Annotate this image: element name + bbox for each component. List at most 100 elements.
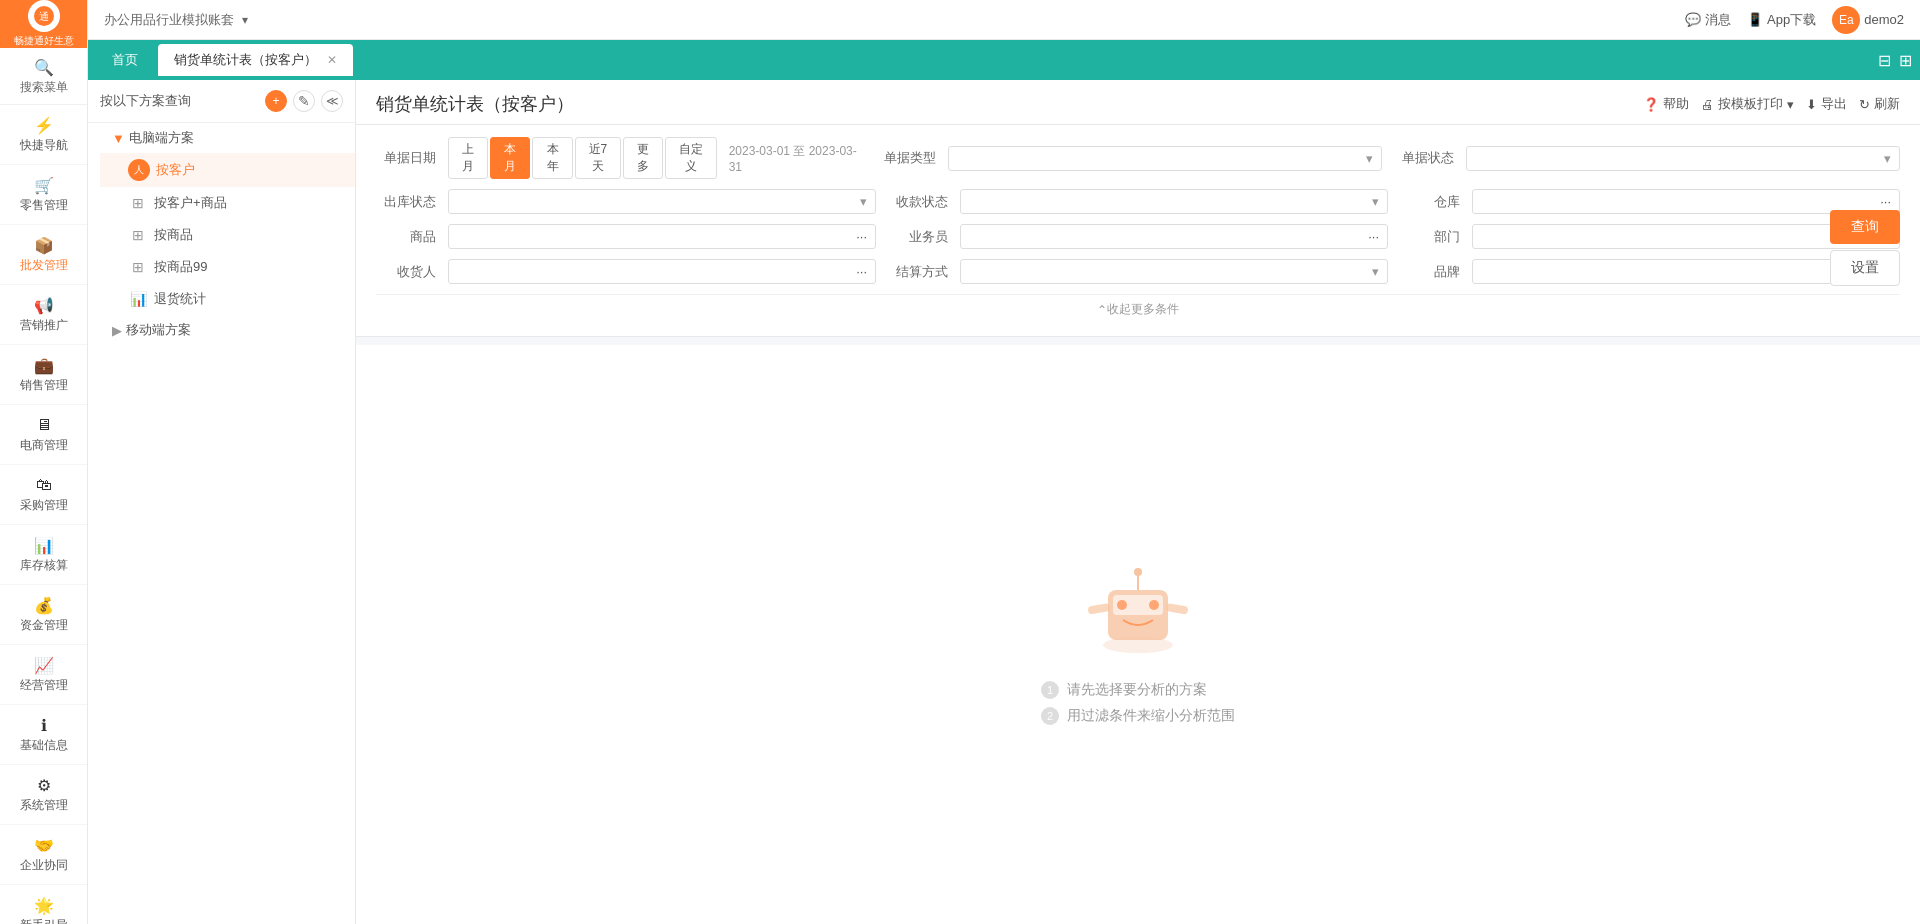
sidebar-item-basic-info[interactable]: ℹ 基础信息 bbox=[0, 705, 87, 765]
empty-tip-2: 2 用过滤条件来缩小分析范围 bbox=[1041, 707, 1235, 725]
sidebar-item-operations[interactable]: 📈 经营管理 bbox=[0, 645, 87, 705]
tree-item-return-stats[interactable]: 📊 退货统计 bbox=[100, 283, 355, 315]
sidebar-item-label: 批发管理 bbox=[20, 257, 68, 274]
sidebar-item-marketing[interactable]: 📢 营销推广 bbox=[0, 285, 87, 345]
sidebar-item-inventory[interactable]: 📊 库存核算 bbox=[0, 525, 87, 585]
filter-area: 单据日期 上月 本月 本年 近7天 更多 自定义 2023-03-01 至 20… bbox=[356, 125, 1920, 337]
date-btn-7days[interactable]: 近7天 bbox=[575, 137, 621, 179]
tab-sales-stats[interactable]: 销货单统计表（按客户） ✕ bbox=[158, 44, 353, 76]
filter-row-4: 收货人 ··· 结算方式 ▾ 品牌 ··· bbox=[376, 259, 1900, 284]
sidebar: 通 畅捷通好生意 🔍 搜索菜单 ⚡ 快捷导航 🛒 零售管理 📦 批发管理 📢 营… bbox=[0, 0, 88, 924]
enterprise-icon: 🤝 bbox=[34, 835, 54, 855]
user-profile[interactable]: Ea demo2 bbox=[1832, 6, 1904, 34]
date-btn-custom[interactable]: 自定义 bbox=[665, 137, 716, 179]
sidebar-search[interactable]: 🔍 搜索菜单 bbox=[0, 48, 87, 105]
empty-illustration bbox=[1078, 545, 1198, 665]
retail-icon: 🛒 bbox=[34, 175, 54, 195]
date-btn-last-month[interactable]: 上月 bbox=[448, 137, 488, 179]
tree-item-label: 按商品 bbox=[154, 226, 193, 244]
tab-expand-btn[interactable]: ⊞ bbox=[1899, 51, 1912, 70]
sidebar-item-wholesale[interactable]: 📦 批发管理 bbox=[0, 225, 87, 285]
staff-input[interactable]: ··· bbox=[960, 224, 1388, 249]
sidebar-item-newbie[interactable]: 🌟 新手引导 bbox=[0, 885, 87, 924]
svg-rect-10 bbox=[1165, 602, 1188, 614]
app-download-label: App下载 bbox=[1767, 11, 1816, 29]
tab-minimize-btn[interactable]: ⊟ bbox=[1878, 51, 1891, 70]
query-button[interactable]: 查询 bbox=[1830, 210, 1900, 244]
tree-item-by-customer[interactable]: 人 按客户 bbox=[100, 153, 355, 187]
goods-label: 商品 bbox=[376, 228, 436, 246]
order-type-select[interactable]: ▾ bbox=[948, 146, 1382, 171]
collapse-bar[interactable]: ⌃ 收起更多条件 bbox=[376, 294, 1900, 324]
sidebar-item-enterprise[interactable]: 🤝 企业协同 bbox=[0, 825, 87, 885]
tree-group-desktop[interactable]: ▼ 电脑端方案 bbox=[100, 123, 355, 153]
date-field: 上月 本月 本年 近7天 更多 自定义 2023-03-01 至 2023-03… bbox=[448, 137, 864, 179]
svg-text:通: 通 bbox=[39, 11, 49, 22]
collapse-panel-btn[interactable]: ≪ bbox=[321, 90, 343, 112]
header-left: 办公用品行业模拟账套 ▾ bbox=[104, 11, 248, 29]
tree-group-mobile-label: 移动端方案 bbox=[126, 321, 191, 339]
receiver-input[interactable]: ··· bbox=[448, 259, 876, 284]
top-header: 办公用品行业模拟账套 ▾ 💬 消息 📱 App下载 Ea demo2 bbox=[88, 0, 1920, 40]
refresh-label: 刷新 bbox=[1874, 95, 1900, 113]
tree-item-label: 按商品99 bbox=[154, 258, 207, 276]
sidebar-item-system[interactable]: ⚙ 系统管理 bbox=[0, 765, 87, 825]
message-label: 消息 bbox=[1705, 11, 1731, 29]
sidebar-item-label: 营销推广 bbox=[20, 317, 68, 334]
export-btn[interactable]: ⬇ 导出 bbox=[1806, 95, 1847, 113]
page-actions: ❓ 帮助 🖨 按模板打印 ▾ ⬇ 导出 ↻ 刷新 bbox=[1643, 95, 1900, 113]
print-btn[interactable]: 🖨 按模板打印 ▾ bbox=[1701, 95, 1794, 113]
sidebar-item-finance[interactable]: 💰 资金管理 bbox=[0, 585, 87, 645]
sidebar-logo[interactable]: 通 畅捷通好生意 bbox=[0, 0, 88, 48]
tip-2-num: 2 bbox=[1041, 707, 1059, 725]
sales-icon: 💼 bbox=[34, 355, 54, 375]
sidebar-item-retail[interactable]: 🛒 零售管理 bbox=[0, 165, 87, 225]
receiver-dots: ··· bbox=[856, 264, 867, 279]
left-panel-actions: + ✎ ≪ bbox=[265, 90, 343, 112]
tree-item-goods99[interactable]: ⊞ 按商品99 bbox=[100, 251, 355, 283]
order-status-select[interactable]: ▾ bbox=[1466, 146, 1900, 171]
receipt-status-arrow: ▾ bbox=[1372, 194, 1379, 209]
add-scheme-btn[interactable]: + bbox=[265, 90, 287, 112]
out-status-select[interactable]: ▾ bbox=[448, 189, 876, 214]
settlement-select[interactable]: ▾ bbox=[960, 259, 1388, 284]
export-label: 导出 bbox=[1821, 95, 1847, 113]
message-icon: 💬 bbox=[1685, 12, 1701, 27]
tree-item-by-goods[interactable]: ⊞ 按商品 bbox=[100, 219, 355, 251]
refresh-icon: ↻ bbox=[1859, 97, 1870, 112]
goods99-icon: ⊞ bbox=[128, 257, 148, 277]
tab-close-btn[interactable]: ✕ bbox=[327, 53, 337, 67]
staff-label: 业务员 bbox=[888, 228, 948, 246]
tree-group-mobile[interactable]: ▶ 移动端方案 bbox=[100, 315, 355, 345]
help-icon: ❓ bbox=[1643, 97, 1659, 112]
sidebar-item-label: 采购管理 bbox=[20, 497, 68, 514]
finance-icon: 💰 bbox=[34, 595, 54, 615]
receipt-status-select[interactable]: ▾ bbox=[960, 189, 1388, 214]
system-icon: ⚙ bbox=[34, 775, 54, 795]
order-status-label: 单据状态 bbox=[1394, 149, 1454, 167]
help-btn[interactable]: ❓ 帮助 bbox=[1643, 95, 1689, 113]
edit-scheme-btn[interactable]: ✎ bbox=[293, 90, 315, 112]
sidebar-item-quick-nav[interactable]: ⚡ 快捷导航 bbox=[0, 105, 87, 165]
reset-button[interactable]: 设置 bbox=[1830, 250, 1900, 286]
sidebar-item-ecommerce[interactable]: 🖥 电商管理 bbox=[0, 405, 87, 465]
sidebar-item-purchase[interactable]: 🛍 采购管理 bbox=[0, 465, 87, 525]
user-avatar: Ea bbox=[1832, 6, 1860, 34]
message-btn[interactable]: 💬 消息 bbox=[1685, 11, 1731, 29]
purchase-icon: 🛍 bbox=[34, 475, 54, 495]
sidebar-item-sales[interactable]: 💼 销售管理 bbox=[0, 345, 87, 405]
date-btn-this-year[interactable]: 本年 bbox=[532, 137, 572, 179]
staff-dots: ··· bbox=[1368, 229, 1379, 244]
goods-input[interactable]: ··· bbox=[448, 224, 876, 249]
quick-nav-icon: ⚡ bbox=[34, 115, 54, 135]
download-icon: 📱 bbox=[1747, 12, 1763, 27]
refresh-btn[interactable]: ↻ 刷新 bbox=[1859, 95, 1900, 113]
header-dropdown[interactable]: ▾ bbox=[242, 13, 248, 27]
settlement-label: 结算方式 bbox=[888, 263, 948, 281]
date-btn-this-month[interactable]: 本月 bbox=[490, 137, 530, 179]
tab-home[interactable]: 首页 bbox=[96, 44, 154, 76]
tree-item-customer-goods[interactable]: ⊞ 按客户+商品 bbox=[100, 187, 355, 219]
svg-rect-9 bbox=[1087, 602, 1110, 614]
app-download-btn[interactable]: 📱 App下载 bbox=[1747, 11, 1816, 29]
date-btn-more[interactable]: 更多 bbox=[623, 137, 663, 179]
